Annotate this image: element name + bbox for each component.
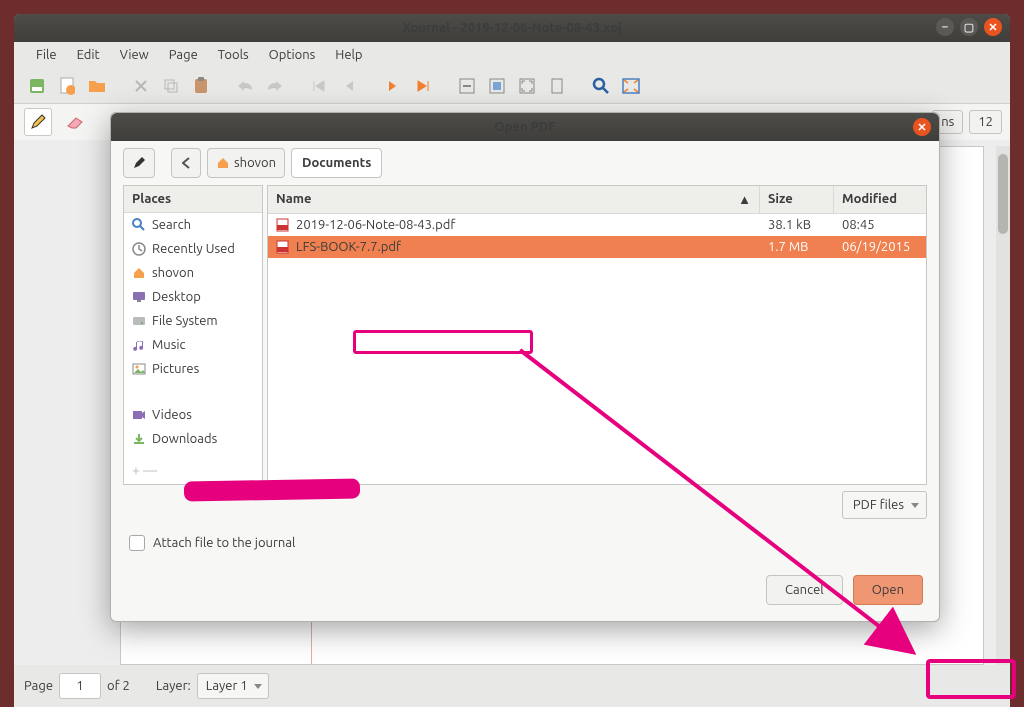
scrollbar-thumb[interactable] [998, 154, 1008, 234]
menu-help[interactable]: Help [327, 44, 370, 66]
dialog-title: Open PDF [494, 120, 555, 134]
copy-icon[interactable] [158, 73, 184, 99]
titlebar: Xournal - 2019-12-06-Note-08-43.xoj – ▢ … [14, 14, 1010, 42]
place-item-music[interactable]: Music [124, 333, 262, 357]
cut-icon[interactable] [128, 73, 154, 99]
first-page-icon[interactable] [306, 73, 332, 99]
attach-checkbox[interactable] [129, 535, 145, 551]
vertical-scrollbar[interactable] [996, 146, 1010, 665]
cancel-button[interactable]: Cancel [766, 575, 843, 605]
place-item-search[interactable]: Search [124, 213, 262, 237]
edit-path-button[interactable] [123, 148, 155, 178]
column-name[interactable]: Name ▲ [268, 186, 760, 213]
page-label: Page [24, 679, 53, 693]
fullscreen-icon[interactable] [618, 73, 644, 99]
dialog-close-button[interactable]: ✕ [913, 118, 931, 136]
menu-file[interactable]: File [28, 44, 65, 66]
menu-edit[interactable]: Edit [69, 44, 108, 66]
magnifier-icon[interactable] [588, 73, 614, 99]
menu-options[interactable]: Options [261, 44, 324, 66]
places-add-remove[interactable]: + — [124, 456, 262, 484]
redo-icon[interactable] [262, 73, 288, 99]
open-folder-icon[interactable] [84, 73, 110, 99]
place-item-shovon[interactable]: shovon [124, 261, 262, 285]
dialog-titlebar: Open PDF ✕ [111, 113, 939, 141]
page-total: of 2 [107, 679, 130, 693]
menu-page[interactable]: Page [161, 44, 206, 66]
path-back-button[interactable] [171, 148, 201, 178]
place-item-file-system[interactable]: File System [124, 309, 262, 333]
open-button[interactable]: Open [853, 575, 923, 605]
column-size[interactable]: Size [760, 186, 834, 213]
place-item-videos[interactable]: Videos [124, 403, 262, 427]
breadcrumb-documents[interactable]: Documents [291, 148, 382, 178]
place-item-recently-used[interactable]: Recently Used [124, 237, 262, 261]
breadcrumb-home[interactable]: shovon [207, 148, 285, 178]
close-button[interactable]: ✕ [984, 18, 1002, 36]
next-page-icon[interactable] [380, 73, 406, 99]
eraser-tool-icon[interactable] [62, 108, 90, 136]
save-icon[interactable] [24, 73, 50, 99]
layer-select[interactable]: Layer 1 [197, 673, 269, 699]
menubar: File Edit View Page Tools Options Help [14, 42, 1010, 68]
window-title: Xournal - 2019-12-06-Note-08-43.xoj [402, 21, 621, 35]
file-filter-select[interactable]: PDF files [842, 491, 927, 519]
maximize-button[interactable]: ▢ [960, 18, 978, 36]
menu-tools[interactable]: Tools [210, 44, 257, 66]
new-doc-icon[interactable] [54, 73, 80, 99]
pen-tool-icon[interactable] [24, 108, 52, 136]
page-number-stepper[interactable] [59, 673, 101, 699]
zoom-page-icon[interactable] [544, 73, 570, 99]
layer-label: Layer: [156, 679, 191, 693]
zoom-actual-icon[interactable] [484, 73, 510, 99]
place-item-pictures[interactable]: Pictures [124, 357, 262, 381]
menu-view[interactable]: View [112, 44, 157, 66]
page-number-input[interactable] [66, 679, 94, 693]
file-row[interactable]: 2019-12-06-Note-08-43.pdf38.1 kB08:45 [268, 214, 926, 236]
places-panel: Places SearchRecently UsedshovonDesktopF… [123, 185, 263, 485]
minimize-button[interactable]: – [936, 18, 954, 36]
statusbar: Page of 2 Layer: Layer 1 [14, 665, 1010, 707]
file-row[interactable]: LFS-BOOK-7.7.pdf1.7 MB06/19/2015 [268, 236, 926, 258]
page12-tab[interactable]: 12 [969, 110, 1002, 134]
undo-icon[interactable] [232, 73, 258, 99]
places-header: Places [124, 186, 262, 213]
zoom-fit-icon[interactable] [514, 73, 540, 99]
paste-icon[interactable] [188, 73, 214, 99]
attach-label: Attach file to the journal [153, 536, 295, 550]
place-item-desktop[interactable]: Desktop [124, 285, 262, 309]
column-modified[interactable]: Modified [834, 186, 926, 213]
zoom-out-icon[interactable] [454, 73, 480, 99]
files-panel: Name ▲ Size Modified 2019-12-06-Note-08-… [267, 185, 927, 485]
toolbar [14, 68, 1010, 104]
open-pdf-dialog: Open PDF ✕ shovon Documents Places Searc… [110, 112, 940, 622]
prev-page-icon[interactable] [336, 73, 362, 99]
place-item-downloads[interactable]: Downloads [124, 427, 262, 451]
last-page-icon[interactable] [410, 73, 436, 99]
